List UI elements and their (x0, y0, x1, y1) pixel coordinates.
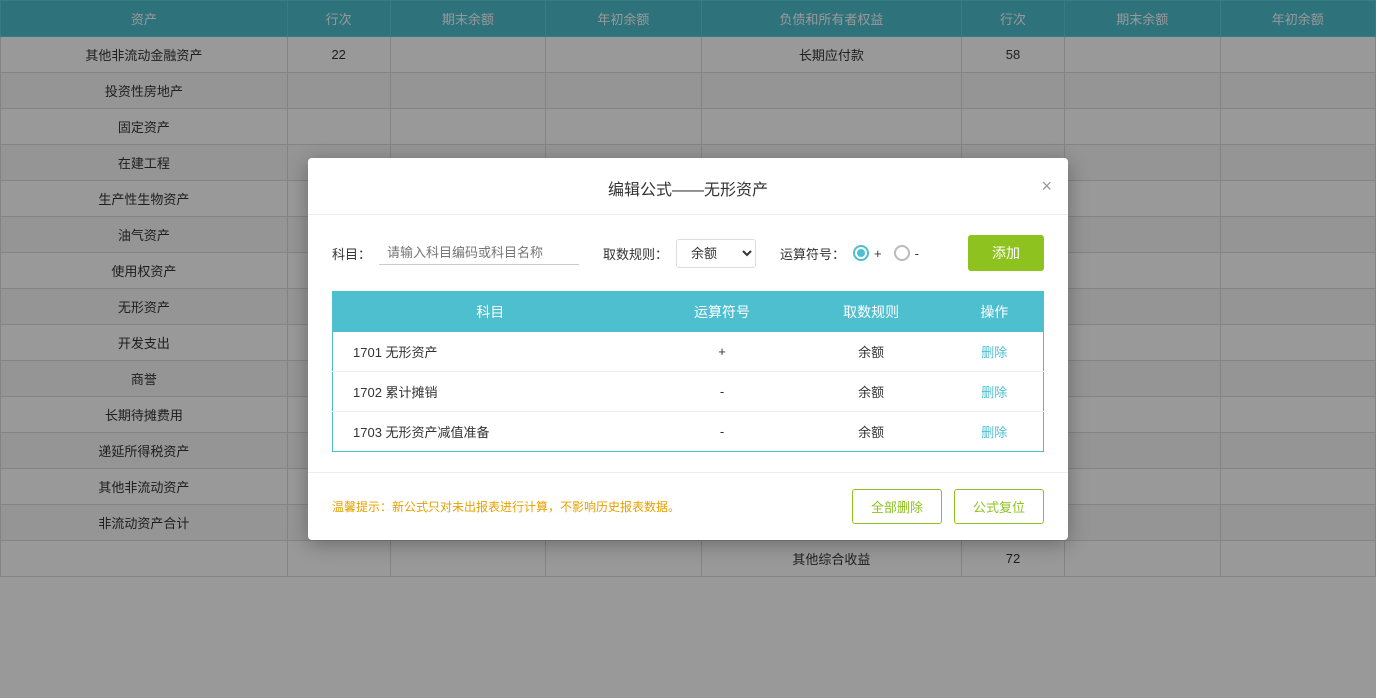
cell-action: 删除 (946, 372, 1044, 412)
table-header: 运算符号 (648, 292, 797, 333)
cell-operator: - (648, 372, 797, 412)
delete-link[interactable]: 删除 (981, 425, 1007, 440)
table-row: 1703 无形资产减值准备-余额 删除 (333, 412, 1044, 452)
radio-plus-circle (853, 245, 869, 261)
operator-section: 运算符号： + - (780, 244, 919, 263)
cell-rule: 余额 (797, 332, 946, 372)
radio-plus-label: + (874, 246, 882, 261)
footer-buttons: 全部删除 公式复位 (852, 489, 1044, 524)
cell-operator: + (648, 332, 797, 372)
radio-minus-label: - (915, 246, 919, 261)
modal-header: 编辑公式——无形资产 × (308, 158, 1068, 215)
radio-group: + - (853, 245, 919, 261)
cell-subject: 1703 无形资产减值准备 (333, 412, 648, 452)
radio-minus[interactable]: - (894, 245, 919, 261)
rule-select[interactable]: 余额 借方 贷方 (676, 239, 756, 268)
rule-select-wrap: 余额 借方 贷方 (676, 239, 756, 268)
delete-all-button[interactable]: 全部删除 (852, 489, 942, 524)
subject-input[interactable] (379, 241, 579, 265)
edit-formula-modal: 编辑公式——无形资产 × 科目： 取数规则： 余额 借方 贷方 (308, 158, 1068, 540)
radio-plus[interactable]: + (853, 245, 882, 261)
table-header: 操作 (946, 292, 1044, 333)
rule-section: 取数规则： 余额 借方 贷方 (603, 239, 756, 268)
formula-table: 科目运算符号取数规则操作 1701 无形资产+余额删除1702 累计摊销-余额删… (332, 291, 1044, 452)
modal-body: 科目： 取数规则： 余额 借方 贷方 运算符号： (308, 215, 1068, 472)
cell-action: 删除 (946, 332, 1044, 372)
table-row: 1702 累计摊销-余额 删除 (333, 372, 1044, 412)
table-header: 科目 (333, 292, 648, 333)
rule-label: 取数规则： (603, 244, 668, 263)
cell-operator: - (648, 412, 797, 452)
cell-action: 删除 (946, 412, 1044, 452)
cell-subject: 1702 累计摊销 (333, 372, 648, 412)
delete-link[interactable]: 删除 (981, 345, 1007, 360)
form-row: 科目： 取数规则： 余额 借方 贷方 运算符号： (332, 235, 1044, 271)
cell-subject: 1701 无形资产 (333, 332, 648, 372)
cell-rule: 余额 (797, 372, 946, 412)
modal-close-button[interactable]: × (1041, 177, 1052, 195)
table-header: 取数规则 (797, 292, 946, 333)
cell-rule: 余额 (797, 412, 946, 452)
modal-overlay: 编辑公式——无形资产 × 科目： 取数规则： 余额 借方 贷方 (0, 0, 1376, 698)
modal-title: 编辑公式——无形资产 (608, 182, 768, 199)
modal-footer: 温馨提示：新公式只对未出报表进行计算，不影响历史报表数据。 全部删除 公式复位 (308, 472, 1068, 540)
footer-hint: 温馨提示：新公式只对未出报表进行计算，不影响历史报表数据。 (332, 498, 680, 515)
table-row: 1701 无形资产+余额 删除 (333, 332, 1044, 372)
subject-label: 科目： (332, 244, 371, 263)
radio-minus-circle (894, 245, 910, 261)
operator-label: 运算符号： (780, 244, 845, 263)
delete-link[interactable]: 删除 (981, 385, 1007, 400)
add-button[interactable]: 添加 (968, 235, 1044, 271)
reset-formula-button[interactable]: 公式复位 (954, 489, 1044, 524)
